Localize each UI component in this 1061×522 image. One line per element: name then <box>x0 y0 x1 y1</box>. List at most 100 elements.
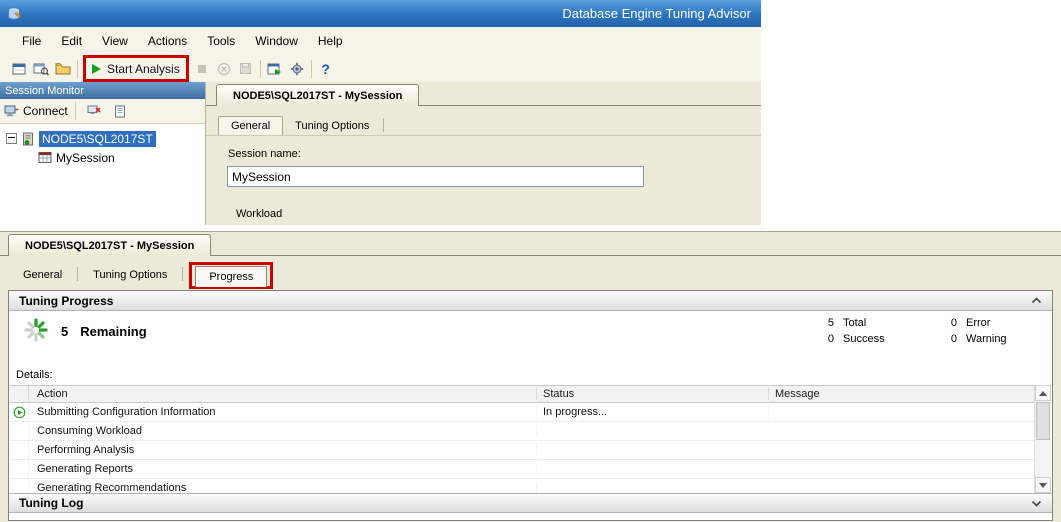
details-table: Action Status Message Submitting Configu… <box>10 385 1051 493</box>
annotation-highlight-progress-tab: Progress <box>189 262 273 289</box>
remaining-counter: 5 Remaining <box>61 324 147 339</box>
menu-window[interactable]: Window <box>245 31 308 51</box>
tab-tuning-options[interactable]: Tuning Options <box>80 265 180 285</box>
menu-actions[interactable]: Actions <box>138 31 197 51</box>
header-status[interactable]: Status <box>537 388 769 400</box>
header-action[interactable]: Action <box>29 388 537 400</box>
start-analysis-icon <box>92 64 101 74</box>
annotation-highlight-start-analysis: Start Analysis <box>83 55 189 82</box>
collapse-section-icon[interactable] <box>1031 297 1042 304</box>
session-monitor-header[interactable]: Session Monitor <box>0 82 205 99</box>
in-progress-icon <box>10 403 29 421</box>
stat-error: 0 Error <box>947 317 990 329</box>
session-name-input[interactable] <box>227 166 644 187</box>
connect-button[interactable]: Connect <box>4 104 68 118</box>
tab-progress[interactable]: Progress <box>195 266 267 287</box>
document-pane: NODE5\SQL2017ST - MySession General Tuni… <box>206 82 761 225</box>
window-title: Database Engine Tuning Advisor <box>562 6 761 21</box>
session-monitor-panel: Session Monitor Connect <box>0 82 206 225</box>
cancel-session-icon[interactable] <box>213 58 235 80</box>
document-tab-label: NODE5\SQL2017ST - MySession <box>25 240 194 252</box>
import-workload-icon[interactable] <box>264 58 286 80</box>
new-session-icon[interactable] <box>8 58 30 80</box>
tabstrip-divider <box>206 135 761 136</box>
menu-file[interactable]: File <box>12 31 51 51</box>
help-icon[interactable]: ? <box>315 58 337 80</box>
session-monitor-title: Session Monitor <box>5 85 84 97</box>
server-icon <box>21 132 35 146</box>
table-header-row: Action Status Message <box>10 385 1051 403</box>
tree-server-label: NODE5\SQL2017ST <box>39 131 156 147</box>
document-tab-label: NODE5\SQL2017ST - MySession <box>233 90 402 102</box>
toolbar-separator <box>77 60 78 78</box>
document-tab[interactable]: NODE5\SQL2017ST - MySession <box>8 234 211 256</box>
stop-analysis-icon[interactable] <box>191 58 213 80</box>
tab-general[interactable]: General <box>10 265 75 285</box>
remaining-value: 5 <box>61 324 68 339</box>
menu-view[interactable]: View <box>92 31 138 51</box>
connect-icon <box>4 105 19 118</box>
table-row[interactable]: Submitting Configuration Information In … <box>10 403 1051 422</box>
screenshot-root: Database Engine Tuning Advisor File Edit… <box>0 0 1061 522</box>
workload-group-label: Workload <box>236 208 282 220</box>
session-icon <box>38 151 52 164</box>
main-toolbar: Start Analysis ? <box>0 55 761 83</box>
stat-total: 5 Total <box>824 317 866 329</box>
document-tab[interactable]: NODE5\SQL2017ST - MySession <box>216 84 419 106</box>
tree-node-session[interactable]: MySession <box>0 148 205 167</box>
toolbar-separator <box>260 60 261 78</box>
table-scrollbar[interactable] <box>1034 385 1051 493</box>
tree-session-label: MySession <box>56 151 115 165</box>
toolbar-separator <box>311 60 312 78</box>
scroll-up-icon[interactable] <box>1035 385 1051 401</box>
progress-spinner-icon <box>23 317 49 348</box>
menu-bar: File Edit View Actions Tools Window Help <box>0 27 761 56</box>
progress-page: Tuning Progress <box>8 290 1053 521</box>
tab-tuning-options[interactable]: Tuning Options <box>283 117 381 135</box>
stop-session-icon[interactable] <box>83 100 105 122</box>
tab-separator <box>182 267 183 281</box>
page-tabs: General Tuning Options Progress <box>10 262 277 285</box>
session-name-label: Session name: <box>228 148 301 160</box>
toolbar-separator <box>75 102 76 120</box>
tree-collapse-icon[interactable] <box>6 133 17 144</box>
tuning-log-title: Tuning Log <box>19 496 83 510</box>
page-tabs: General Tuning Options <box>218 113 386 135</box>
clone-session-icon[interactable] <box>235 58 257 80</box>
expand-section-icon[interactable] <box>1031 500 1042 507</box>
tab-separator <box>383 118 384 132</box>
stat-warning: 0 Warning <box>947 333 1007 345</box>
scroll-down-icon[interactable] <box>1035 477 1051 493</box>
open-session-icon[interactable] <box>52 58 74 80</box>
tree-node-server[interactable]: NODE5\SQL2017ST <box>0 129 205 148</box>
table-row[interactable]: Consuming Workload <box>10 422 1051 441</box>
menu-edit[interactable]: Edit <box>51 31 92 51</box>
stat-success: 0 Success <box>824 333 885 345</box>
table-row[interactable]: Performing Analysis <box>10 441 1051 460</box>
tools-options-icon[interactable] <box>286 58 308 80</box>
tuning-progress-section-header[interactable]: Tuning Progress <box>9 291 1052 311</box>
tab-separator <box>77 267 78 281</box>
menu-help[interactable]: Help <box>308 31 353 51</box>
dta-main-window: Database Engine Tuning Advisor File Edit… <box>0 0 761 225</box>
details-label: Details: <box>16 369 53 381</box>
tuning-progress-title: Tuning Progress <box>19 294 113 308</box>
tab-general[interactable]: General <box>218 116 283 135</box>
remaining-label: Remaining <box>80 324 146 339</box>
progress-panel: NODE5\SQL2017ST - MySession General Tuni… <box>0 231 1061 522</box>
session-tree: NODE5\SQL2017ST MySession <box>0 124 205 225</box>
scrollbar-thumb[interactable] <box>1036 402 1050 440</box>
refresh-session-icon[interactable] <box>109 100 131 122</box>
titlebar[interactable]: Database Engine Tuning Advisor <box>0 0 761 27</box>
table-row[interactable]: Generating Reports <box>10 460 1051 479</box>
header-icon-column <box>10 386 29 402</box>
main-body: Session Monitor Connect <box>0 82 761 225</box>
view-reports-icon[interactable] <box>30 58 52 80</box>
start-analysis-label: Start Analysis <box>107 62 180 76</box>
start-analysis-button[interactable]: Start Analysis <box>92 62 180 76</box>
menu-tools[interactable]: Tools <box>197 31 245 51</box>
session-monitor-toolbar: Connect <box>0 99 205 124</box>
tuning-log-section-header[interactable]: Tuning Log <box>9 493 1052 513</box>
header-message[interactable]: Message <box>769 388 1051 400</box>
app-icon <box>6 6 22 22</box>
